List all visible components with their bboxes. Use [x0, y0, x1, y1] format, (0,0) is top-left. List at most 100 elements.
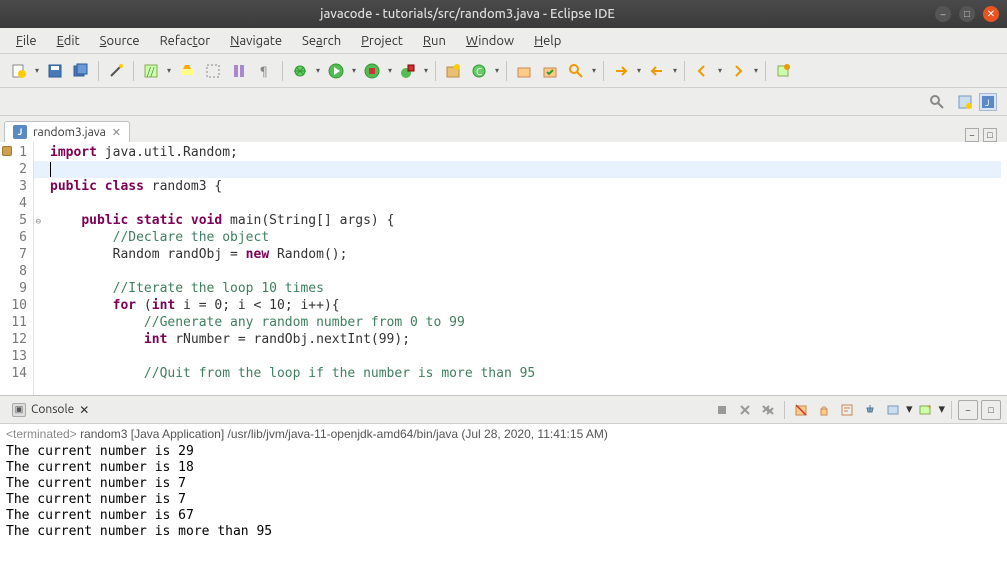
console-icon: ▣ — [12, 403, 26, 417]
console-launch-header: <terminated> random3 [Java Application] … — [0, 424, 1007, 444]
code-editor[interactable]: 12345⊖67891011121314 import java.util.Ra… — [0, 142, 1007, 396]
debug-dropdown[interactable]: ▾ — [313, 66, 323, 75]
menu-refactor[interactable]: Refactor — [150, 31, 221, 51]
external-tools-button[interactable] — [396, 59, 420, 83]
back-button[interactable] — [690, 59, 714, 83]
quick-access-search-icon[interactable] — [929, 94, 945, 110]
search-dropdown[interactable]: ▾ — [589, 66, 599, 75]
open-perspective-button[interactable] — [957, 94, 973, 110]
back-dropdown[interactable]: ▾ — [715, 66, 725, 75]
prev-annotation-button[interactable] — [645, 59, 669, 83]
run-dropdown[interactable]: ▾ — [349, 66, 359, 75]
console-tab[interactable]: ▣ Console ✕ — [6, 401, 95, 419]
pin-editor-button[interactable] — [771, 59, 795, 83]
toolbar-separator — [765, 61, 766, 81]
minimize-pane-button[interactable]: – — [965, 128, 979, 142]
toggle-mark-button[interactable] — [227, 59, 251, 83]
editor-tab-random3[interactable]: J random3.java ✕ — [4, 121, 130, 142]
perspective-bar: J — [0, 88, 1007, 116]
save-button[interactable] — [43, 59, 67, 83]
next-annotation-button[interactable] — [609, 59, 633, 83]
svg-text:C: C — [476, 66, 482, 77]
word-wrap-button[interactable] — [837, 400, 857, 420]
window-minimize-button[interactable]: – — [935, 6, 951, 22]
external-tools-dropdown[interactable]: ▾ — [421, 66, 431, 75]
maximize-pane-button[interactable]: □ — [983, 128, 997, 142]
console-minimize-button[interactable]: – — [958, 400, 978, 420]
coverage-dropdown[interactable]: ▾ — [385, 66, 395, 75]
debug-button[interactable] — [288, 59, 312, 83]
open-task-button[interactable] — [538, 59, 562, 83]
new-package-button[interactable] — [441, 59, 465, 83]
main-toolbar: ▾ // ▾ ¶ ▾ ▾ ▾ ▾ C ▾ ▾ ▾ ▾ ▾ ▾ — [0, 54, 1007, 88]
coverage-button[interactable] — [360, 59, 384, 83]
console-tab-bar: ▣ Console ✕ ▾ + ▾ – □ — [0, 396, 1007, 424]
toolbar-separator — [133, 61, 134, 81]
remove-all-button[interactable] — [758, 400, 778, 420]
line-number-gutter: 12345⊖67891011121314 — [0, 142, 34, 395]
console-maximize-button[interactable]: □ — [981, 400, 1001, 420]
toolbar-separator — [603, 61, 604, 81]
menu-search[interactable]: Search — [292, 31, 351, 51]
highlight-button[interactable] — [175, 59, 199, 83]
prev-annotation-dropdown[interactable]: ▾ — [670, 66, 680, 75]
new-class-dropdown[interactable]: ▾ — [492, 66, 502, 75]
menu-navigate[interactable]: Navigate — [220, 31, 292, 51]
editor-pane-buttons: – □ — [965, 128, 1003, 142]
block-select-button[interactable] — [201, 59, 225, 83]
scroll-lock-button[interactable] — [814, 400, 834, 420]
forward-button[interactable] — [726, 59, 750, 83]
wand-button[interactable] — [104, 59, 128, 83]
editor-tab-label: random3.java — [33, 126, 106, 139]
pin-console-button[interactable] — [860, 400, 880, 420]
window-titlebar: javacode - tutorials/src/random3.java - … — [0, 0, 1007, 28]
window-maximize-button[interactable]: □ — [959, 6, 975, 22]
window-title: javacode - tutorials/src/random3.java - … — [8, 7, 927, 21]
console-tab-close[interactable]: ✕ — [79, 403, 89, 417]
java-file-icon: J — [13, 125, 27, 139]
menu-file[interactable]: File — [6, 31, 47, 51]
display-console-button[interactable] — [883, 400, 903, 420]
open-console-button[interactable]: + — [915, 400, 935, 420]
search-button[interactable] — [564, 59, 588, 83]
menu-help[interactable]: Help — [524, 31, 571, 51]
console-output[interactable]: The current number is 29 The current num… — [0, 444, 1007, 579]
toolbar-separator — [506, 61, 507, 81]
menu-run[interactable]: Run — [413, 31, 456, 51]
save-all-button[interactable] — [69, 59, 93, 83]
svg-text://: // — [146, 66, 155, 77]
launch-description: random3 [Java Application] /usr/lib/jvm/… — [80, 427, 608, 441]
show-whitespace-button[interactable]: ¶ — [253, 59, 277, 83]
menu-window[interactable]: Window — [456, 31, 524, 51]
menubar: File Edit Source Refactor Navigate Searc… — [0, 28, 1007, 54]
menu-source[interactable]: Source — [90, 31, 150, 51]
editor-tab-row: J random3.java ✕ – □ — [0, 116, 1007, 142]
new-dropdown[interactable]: ▾ — [32, 66, 42, 75]
new-button[interactable] — [7, 59, 31, 83]
menu-project[interactable]: Project — [351, 31, 413, 51]
clear-console-button[interactable] — [791, 400, 811, 420]
java-perspective-button[interactable]: J — [979, 93, 997, 111]
toolbar-separator — [435, 61, 436, 81]
open-type-button[interactable] — [512, 59, 536, 83]
window-close-button[interactable]: ✕ — [983, 6, 999, 22]
display-console-dropdown[interactable]: ▾ — [906, 402, 913, 417]
terminated-label: <terminated> — [6, 427, 77, 441]
open-console-dropdown[interactable]: ▾ — [938, 402, 945, 417]
remove-launch-button[interactable] — [735, 400, 755, 420]
forward-dropdown[interactable]: ▾ — [751, 66, 761, 75]
toggle-comment-button[interactable]: // — [139, 59, 163, 83]
terminate-button[interactable] — [712, 400, 732, 420]
new-class-button[interactable]: C — [467, 59, 491, 83]
next-annotation-dropdown[interactable]: ▾ — [634, 66, 644, 75]
toggle-comment-dropdown[interactable]: ▾ — [164, 66, 174, 75]
toolbar-separator — [282, 61, 283, 81]
svg-text:¶: ¶ — [260, 65, 268, 78]
svg-text:+: + — [927, 403, 932, 411]
editor-tab-close[interactable]: ✕ — [112, 126, 121, 139]
code-body[interactable]: import java.util.Random;public class ran… — [34, 142, 1007, 395]
toolbar-separator — [684, 61, 685, 81]
run-button[interactable] — [324, 59, 348, 83]
menu-edit[interactable]: Edit — [47, 31, 90, 51]
toolbar-separator — [98, 61, 99, 81]
